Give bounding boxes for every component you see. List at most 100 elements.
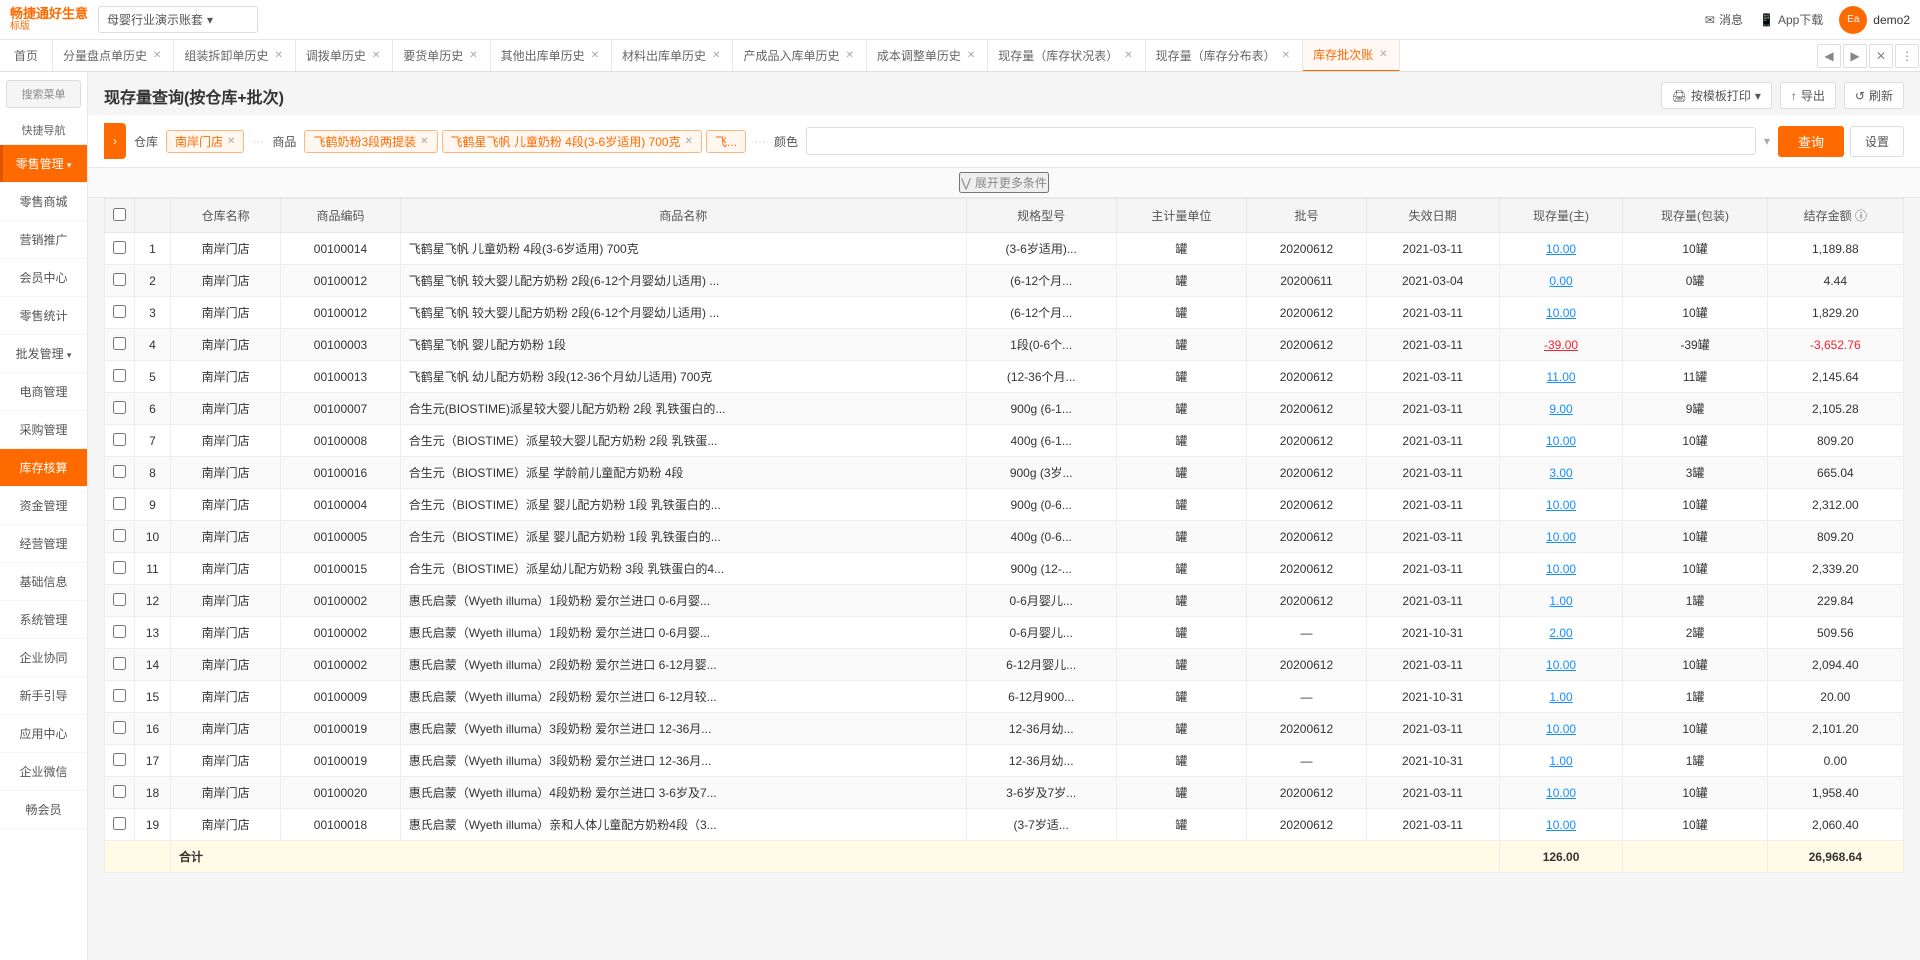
row-checkbox[interactable] <box>113 433 126 446</box>
tab-close-kucun-pici[interactable]: ✕ <box>1377 49 1389 60</box>
tab-chanchengru[interactable]: 产成品入库单历史 ✕ <box>733 40 866 72</box>
industry-selector[interactable]: 母婴行业演示账套 ▾ <box>98 6 258 33</box>
select-all-checkbox[interactable] <box>113 208 126 221</box>
tab-close-diaob[interactable]: ✕ <box>370 50 382 61</box>
tab-close-all-btn[interactable]: ✕ <box>1869 44 1893 68</box>
row-stock-main[interactable]: 10.00 <box>1499 297 1623 329</box>
row-checkbox[interactable] <box>113 305 126 318</box>
sidebar-item-new-guide[interactable]: 新手引导 <box>0 677 87 715</box>
tab-diaob[interactable]: 调拨单历史 ✕ <box>296 40 393 72</box>
row-stock-main[interactable]: 3.00 <box>1499 457 1623 489</box>
query-btn[interactable]: 查询 <box>1778 126 1844 157</box>
tab-menu-btn[interactable]: ⋮ <box>1895 44 1919 68</box>
row-checkbox[interactable] <box>113 337 126 350</box>
tab-close-chanchengru[interactable]: ✕ <box>843 50 855 61</box>
row-checkbox[interactable] <box>113 657 126 670</box>
tab-close-xiancun2[interactable]: ✕ <box>1280 50 1292 61</box>
row-checkbox[interactable] <box>113 753 126 766</box>
row-stock-main[interactable]: 9.00 <box>1499 393 1623 425</box>
sidebar-item-marketing[interactable]: 营销推广 <box>0 221 87 259</box>
tab-kucun-pici[interactable]: 库存批次账 ✕ <box>1303 40 1400 72</box>
tab-prev-btn[interactable]: ◀ <box>1817 44 1841 68</box>
tab-zuzhuang[interactable]: 组装拆卸单历史 ✕ <box>174 40 295 72</box>
goods-tag-0[interactable]: 飞鹤奶粉3段两提装 ✕ <box>304 130 437 153</box>
tab-close-xiancun1[interactable]: ✕ <box>1122 50 1134 61</box>
tab-yaohuo[interactable]: 要货单历史 ✕ <box>393 40 490 72</box>
row-checkbox[interactable] <box>113 689 126 702</box>
setting-btn[interactable]: 设置 <box>1850 126 1904 157</box>
row-checkbox[interactable] <box>113 593 126 606</box>
quick-nav-btn[interactable]: 快捷导航 <box>0 116 87 145</box>
sidebar-item-app-center[interactable]: 应用中心 <box>0 715 87 753</box>
row-stock-main[interactable]: 10.00 <box>1499 713 1623 745</box>
tab-chengbentiao[interactable]: 成本调整单历史 ✕ <box>867 40 988 72</box>
row-checkbox[interactable] <box>113 561 126 574</box>
user-area[interactable]: Ea demo2 <box>1839 6 1910 34</box>
row-stock-main[interactable]: 10.00 <box>1499 649 1623 681</box>
row-stock-main[interactable]: 10.00 <box>1499 489 1623 521</box>
row-checkbox[interactable] <box>113 465 126 478</box>
row-checkbox[interactable] <box>113 497 126 510</box>
row-stock-main[interactable]: 1.00 <box>1499 681 1623 713</box>
tab-close-yaohuo[interactable]: ✕ <box>467 50 479 61</box>
tab-close-cailiaochu[interactable]: ✕ <box>710 50 722 61</box>
row-stock-main[interactable]: 10.00 <box>1499 521 1623 553</box>
goods-tag-more[interactable]: 飞... <box>706 130 746 153</box>
export-btn[interactable]: ↑ 导出 <box>1780 82 1836 109</box>
sidebar-item-retail-mgmt[interactable]: 零售管理 ▾ <box>0 145 87 183</box>
remove-warehouse-tag[interactable]: ✕ <box>227 136 235 147</box>
row-checkbox[interactable] <box>113 369 126 382</box>
sidebar-item-member[interactable]: 会员中心 <box>0 259 87 297</box>
warehouse-tag-nananlmendian[interactable]: 南岸门店 ✕ <box>166 130 244 153</box>
row-checkbox[interactable] <box>113 625 126 638</box>
row-checkbox[interactable] <box>113 401 126 414</box>
row-stock-main[interactable]: 1.00 <box>1499 585 1623 617</box>
tab-close-fenpan[interactable]: ✕ <box>151 50 163 61</box>
sidebar-item-inventory[interactable]: 库存核算 <box>0 449 87 487</box>
tab-xiancun1[interactable]: 现存量（库存状况表） ✕ <box>988 40 1145 72</box>
row-stock-main[interactable]: 0.00 <box>1499 265 1623 297</box>
row-checkbox[interactable] <box>113 241 126 254</box>
row-stock-main[interactable]: -39.00 <box>1499 329 1623 361</box>
sidebar-item-ecommerce[interactable]: 电商管理 <box>0 373 87 411</box>
sidebar-item-operations[interactable]: 经营管理 <box>0 525 87 563</box>
tab-qitachu[interactable]: 其他出库单历史 ✕ <box>491 40 612 72</box>
sidebar-item-system-mgmt[interactable]: 系统管理 <box>0 601 87 639</box>
row-stock-main[interactable]: 10.00 <box>1499 233 1623 265</box>
row-stock-main[interactable]: 11.00 <box>1499 361 1623 393</box>
row-checkbox[interactable] <box>113 785 126 798</box>
sidebar-item-enterprise-wechat[interactable]: 企业微信 <box>0 753 87 791</box>
print-btn[interactable]: 🖨 按模板打印 ▾ <box>1661 82 1772 109</box>
color-input[interactable] <box>806 127 1756 155</box>
tab-next-btn[interactable]: ▶ <box>1843 44 1867 68</box>
refresh-btn[interactable]: ↺ 刷新 <box>1844 82 1904 109</box>
app-download-btn[interactable]: 📱 App下载 <box>1759 11 1823 28</box>
remove-goods-tag-1[interactable]: ✕ <box>685 136 693 147</box>
tab-xiancun2[interactable]: 现存量（库存分布表） ✕ <box>1146 40 1303 72</box>
sidebar-item-purchase[interactable]: 采购管理 <box>0 411 87 449</box>
row-checkbox[interactable] <box>113 529 126 542</box>
filter-collapse-btn[interactable]: › <box>104 123 126 159</box>
goods-tag-1[interactable]: 飞鹤星飞帆 儿童奶粉 4段(3-6岁适用) 700克 ✕ <box>442 130 702 153</box>
sidebar-item-retail-stats[interactable]: 零售统计 <box>0 297 87 335</box>
tab-fenpan[interactable]: 分量盘点单历史 ✕ <box>53 40 174 72</box>
remove-goods-tag-0[interactable]: ✕ <box>420 136 428 147</box>
row-stock-main[interactable]: 10.00 <box>1499 777 1623 809</box>
tab-close-chengbentiao[interactable]: ✕ <box>965 50 977 61</box>
sidebar-item-retail-mall[interactable]: 零售商城 <box>0 183 87 221</box>
tab-close-zuzhuang[interactable]: ✕ <box>272 50 284 61</box>
sidebar-item-wholesale[interactable]: 批发管理 ▾ <box>0 335 87 373</box>
row-stock-main[interactable]: 1.00 <box>1499 745 1623 777</box>
row-checkbox[interactable] <box>113 721 126 734</box>
row-checkbox[interactable] <box>113 817 126 830</box>
sidebar-item-enterprise-collab[interactable]: 企业协同 <box>0 639 87 677</box>
row-stock-main[interactable]: 10.00 <box>1499 553 1623 585</box>
sidebar-item-basic-info[interactable]: 基础信息 <box>0 563 87 601</box>
sidebar-item-finance[interactable]: 资金管理 <box>0 487 87 525</box>
row-stock-main[interactable]: 2.00 <box>1499 617 1623 649</box>
sidebar-item-member-plus[interactable]: 畅会员 <box>0 791 87 829</box>
expand-conditions-btn[interactable]: ⋁ 展开更多条件 <box>959 172 1049 193</box>
tab-cailiaochu[interactable]: 材料出库单历史 ✕ <box>612 40 733 72</box>
row-stock-main[interactable]: 10.00 <box>1499 425 1623 457</box>
tab-close-qitachu[interactable]: ✕ <box>589 50 601 61</box>
